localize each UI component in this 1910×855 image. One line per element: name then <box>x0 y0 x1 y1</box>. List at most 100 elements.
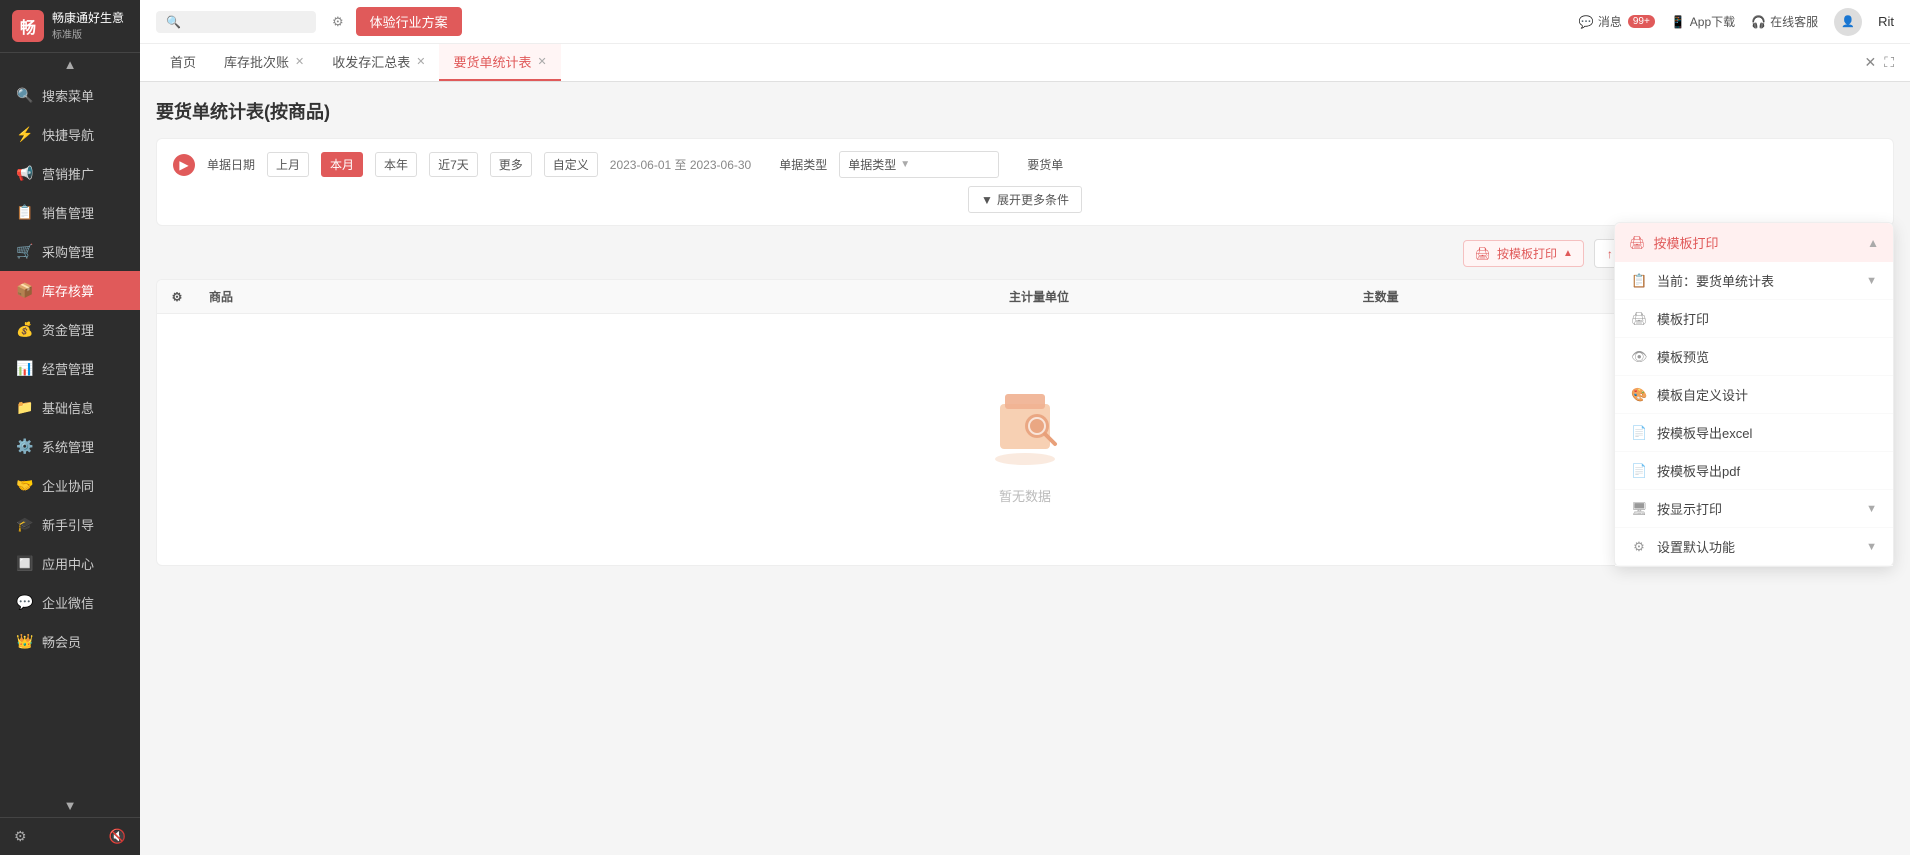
chevron-down-icon: ▼ <box>1866 275 1877 287</box>
sidebar-item-finance[interactable]: 💰 资金管理 <box>0 310 140 349</box>
doc-type-label: 单据类型 <box>779 156 827 173</box>
sidebar-item-basic[interactable]: 📁 基础信息 <box>0 388 140 427</box>
sidebar-item-operation[interactable]: 📊 经营管理 <box>0 349 140 388</box>
dropdown-current-template[interactable]: 📋 当前：要货单统计表 ▼ <box>1615 262 1893 300</box>
sidebar-item-label: 搜索菜单 <box>42 86 94 105</box>
sidebar-item-label: 畅会员 <box>42 632 81 651</box>
dropdown-export-pdf[interactable]: 📄 按模板导出pdf <box>1615 452 1893 490</box>
dropdown-display-print[interactable]: 🖥 按显示打印 ▼ <box>1615 490 1893 528</box>
pdf-icon: 📄 <box>1631 463 1647 479</box>
dropdown-template-preview[interactable]: 👁 模板预览 <box>1615 338 1893 376</box>
tab-order-stats-close[interactable]: ✕ <box>538 55 547 68</box>
topbar-search[interactable]: 🔍 <box>156 11 316 33</box>
finance-icon: 💰 <box>16 321 34 338</box>
sidebar-item-marketing[interactable]: 📢 营销推广 <box>0 154 140 193</box>
sidebar-item-wechat[interactable]: 💬 企业微信 <box>0 583 140 622</box>
sidebar-item-guide[interactable]: 🎓 新手引导 <box>0 505 140 544</box>
tab-inventory-batch-close[interactable]: ✕ <box>295 55 304 68</box>
page-title: 要货单统计表(按商品) <box>156 98 1894 124</box>
dropdown-template-design[interactable]: 🎨 模板自定义设计 <box>1615 376 1893 414</box>
close-window-btn[interactable]: ✕ <box>1864 54 1876 71</box>
sales-icon: 📋 <box>16 204 34 221</box>
trial-btn[interactable]: 体验行业方案 <box>356 7 462 36</box>
dropdown-set-default[interactable]: ⚙ 设置默认功能 ▼ <box>1615 528 1893 566</box>
doc-type-select[interactable]: 单据类型 ▼ <box>839 151 999 178</box>
sidebar-item-apps[interactable]: 🔲 应用中心 <box>0 544 140 583</box>
quick-nav-icon: ⚡ <box>16 126 34 143</box>
eye-icon: 👁 <box>1631 349 1647 365</box>
print-template-btn[interactable]: 🖨 按模板打印 ▲ <box>1463 240 1583 267</box>
sidebar-item-quick-nav[interactable]: ⚡ 快捷导航 <box>0 115 140 154</box>
topbar-gear-icon[interactable]: ⚙ <box>332 14 344 30</box>
online-service-btn[interactable]: 🎧 在线客服 <box>1751 13 1818 30</box>
purchase-icon: 🛒 <box>16 243 34 260</box>
messages-btn[interactable]: 💬 消息 99+ <box>1579 13 1655 30</box>
sidebar-item-label: 库存核算 <box>42 281 94 300</box>
date-filter-label: 单据日期 <box>207 156 255 173</box>
chevron-up-icon: ▲ <box>1563 248 1573 259</box>
print-dropdown: 🖨 按模板打印 ▲ 📋 当前：要货单统计表 ▼ 🖨 模板打印 <box>1614 222 1894 567</box>
avatar[interactable]: 👤 <box>1834 8 1862 36</box>
settings-icon[interactable]: ⚙ <box>14 828 27 845</box>
sidebar-item-collab[interactable]: 🤝 企业协同 <box>0 466 140 505</box>
sidebar-item-search[interactable]: 🔍 搜索菜单 <box>0 76 140 115</box>
app-download-btn[interactable]: 📱 App下载 <box>1671 13 1735 30</box>
date-btn-more[interactable]: 更多 <box>490 152 532 177</box>
empty-icon <box>975 374 1075 474</box>
dropdown-template-print[interactable]: 🖨 模板打印 <box>1615 300 1893 338</box>
filter-expand-btn[interactable]: ▶ <box>173 154 195 176</box>
sidebar-item-purchase[interactable]: 🛒 采购管理 <box>0 232 140 271</box>
date-btn-prev-month[interactable]: 上月 <box>267 152 309 177</box>
dropdown-title-area: 🖨 按模板打印 <box>1629 233 1719 252</box>
content-area: 要货单统计表(按商品) ▶ 单据日期 上月 本月 本年 近7天 更多 自定义 2… <box>140 82 1910 855</box>
filter-row-date: ▶ 单据日期 上月 本月 本年 近7天 更多 自定义 2023-06-01 至 … <box>173 151 1877 178</box>
apps-icon: 🔲 <box>16 555 34 572</box>
sidebar-item-sales[interactable]: 📋 销售管理 <box>0 193 140 232</box>
username: Rit <box>1878 14 1894 29</box>
dropdown-set-default-label: 设置默认功能 <box>1657 537 1735 556</box>
settings-col-icon[interactable]: ⚙ <box>172 290 183 304</box>
tab-home-label: 首页 <box>170 52 196 71</box>
dropdown-chevron-up-icon[interactable]: ▲ <box>1867 236 1879 250</box>
chevron-down-icon: ▼ <box>900 159 910 170</box>
mute-icon[interactable]: 🔇 <box>109 828 126 845</box>
expand-conditions-btn[interactable]: ▼ 展开更多条件 <box>968 186 1082 213</box>
print-dropdown-icon: 🖨 <box>1629 235 1646 251</box>
sidebar-scroll-up[interactable]: ▲ <box>0 53 140 76</box>
tab-receipt-summary-close[interactable]: ✕ <box>416 55 425 68</box>
sidebar-item-label: 新手引导 <box>42 515 94 534</box>
maximize-window-btn[interactable]: ⛶ <box>1884 54 1894 71</box>
tab-order-stats-label: 要货单统计表 <box>453 52 531 71</box>
dropdown-current-label: 当前：要货单统计表 <box>1657 271 1774 290</box>
date-btn-this-month[interactable]: 本月 <box>321 152 363 177</box>
dropdown-export-excel[interactable]: 📄 按模板导出excel <box>1615 414 1893 452</box>
sidebar-item-label: 采购管理 <box>42 242 94 261</box>
topbar-search-icon: 🔍 <box>166 15 181 29</box>
tab-inventory-batch-label: 库存批次账 <box>224 52 289 71</box>
app-logo-icon: 畅 <box>12 10 44 42</box>
sidebar-item-label: 营销推广 <box>42 164 94 183</box>
sidebar-item-member[interactable]: 👑 畅会员 <box>0 622 140 661</box>
tab-order-stats[interactable]: 要货单统计表 ✕ <box>439 44 560 81</box>
document-icon: 📋 <box>1631 273 1647 289</box>
filter-card: ▶ 单据日期 上月 本月 本年 近7天 更多 自定义 2023-06-01 至 … <box>156 138 1894 226</box>
dropdown-display-print-label: 按显示打印 <box>1657 499 1722 518</box>
th-product: 商品 <box>197 288 868 305</box>
date-range: 2023-06-01 至 2023-06-30 <box>610 156 751 173</box>
date-btn-custom[interactable]: 自定义 <box>544 152 598 177</box>
sidebar-item-inventory[interactable]: 📦 库存核算 <box>0 271 140 310</box>
tab-receipt-summary[interactable]: 收发存汇总表 ✕ <box>318 44 439 81</box>
display-print-icon: 🖥 <box>1631 501 1647 517</box>
dropdown-template-design-label: 模板自定义设计 <box>1657 385 1748 404</box>
marketing-icon: 📢 <box>16 165 34 182</box>
date-btn-this-year[interactable]: 本年 <box>375 152 417 177</box>
tab-inventory-batch[interactable]: 库存批次账 ✕ <box>210 44 318 81</box>
date-btn-last7[interactable]: 近7天 <box>429 152 478 177</box>
sidebar-scroll-down[interactable]: ▼ <box>0 794 140 817</box>
sidebar-item-system[interactable]: ⚙️ 系统管理 <box>0 427 140 466</box>
sidebar-item-label: 企业微信 <box>42 593 94 612</box>
message-icon: 💬 <box>1579 15 1594 29</box>
th-unit: 主计量单位 <box>868 288 1210 305</box>
tab-home[interactable]: 首页 <box>156 44 210 81</box>
member-icon: 👑 <box>16 633 34 650</box>
